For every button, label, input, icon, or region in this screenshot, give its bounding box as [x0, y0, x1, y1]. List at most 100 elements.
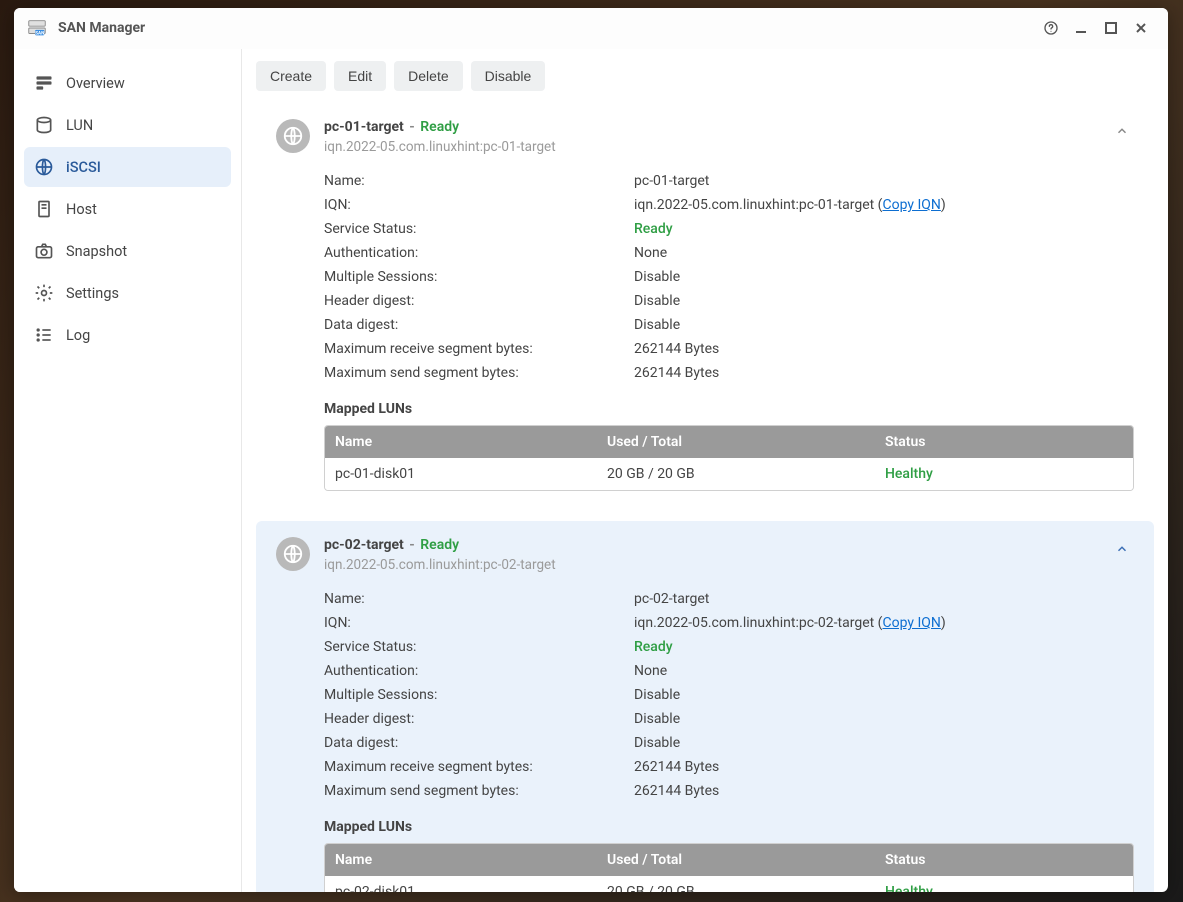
- table-row[interactable]: pc-02-disk01 20 GB / 20 GB Healthy: [325, 876, 1133, 892]
- value-header-digest: Disable: [634, 711, 1134, 727]
- col-name[interactable]: Name: [325, 426, 597, 458]
- delete-button[interactable]: Delete: [394, 61, 462, 91]
- label-authentication: Authentication:: [324, 663, 634, 679]
- sidebar-item-iscsi[interactable]: iSCSI: [24, 147, 231, 187]
- lun-used: 20 GB / 20 GB: [597, 876, 875, 892]
- mapped-luns-table: Name Used / Total Status pc-01-disk01 20…: [324, 425, 1134, 491]
- separator: -: [406, 119, 418, 135]
- minimize-button[interactable]: [1066, 13, 1096, 43]
- disable-button[interactable]: Disable: [471, 61, 546, 91]
- sidebar-item-log[interactable]: Log: [24, 315, 231, 355]
- copy-iqn-link[interactable]: Copy IQN: [882, 197, 940, 213]
- value-iqn: iqn.2022-05.com.linuxhint:pc-01-target (…: [634, 197, 1134, 213]
- close-button[interactable]: [1126, 13, 1156, 43]
- target-status: Ready: [420, 537, 459, 553]
- label-header-digest: Header digest:: [324, 293, 634, 309]
- label-multiple-sessions: Multiple Sessions:: [324, 687, 634, 703]
- titlebar: SAN SAN Manager: [14, 8, 1168, 49]
- maximize-button[interactable]: [1096, 13, 1126, 43]
- collapse-button[interactable]: [1110, 119, 1134, 143]
- sidebar: Overview LUN iSCSI Host: [14, 49, 242, 892]
- value-authentication: None: [634, 663, 1134, 679]
- target-panel[interactable]: pc-01-target - Ready iqn.2022-05.com.lin…: [256, 103, 1154, 511]
- collapse-button[interactable]: [1110, 537, 1134, 561]
- sidebar-item-lun[interactable]: LUN: [24, 105, 231, 145]
- label-iqn: IQN:: [324, 197, 634, 213]
- host-icon: [34, 199, 54, 219]
- sidebar-item-label: Overview: [66, 75, 125, 92]
- value-name: pc-01-target: [634, 173, 1134, 189]
- target-properties: Name:pc-02-target IQN:iqn.2022-05.com.li…: [324, 587, 1134, 803]
- value-name: pc-02-target: [634, 591, 1134, 607]
- col-name[interactable]: Name: [325, 844, 597, 876]
- value-service-status: Ready: [634, 221, 1134, 237]
- sidebar-item-label: Host: [66, 201, 97, 218]
- create-button[interactable]: Create: [256, 61, 326, 91]
- edit-button[interactable]: Edit: [334, 61, 386, 91]
- value-multiple-sessions: Disable: [634, 269, 1134, 285]
- sidebar-item-snapshot[interactable]: Snapshot: [24, 231, 231, 271]
- help-button[interactable]: [1036, 13, 1066, 43]
- label-max-send: Maximum send segment bytes:: [324, 783, 634, 799]
- target-status: Ready: [420, 119, 459, 135]
- globe-icon: [34, 157, 54, 177]
- table-row[interactable]: pc-01-disk01 20 GB / 20 GB Healthy: [325, 458, 1133, 490]
- value-header-digest: Disable: [634, 293, 1134, 309]
- value-data-digest: Disable: [634, 735, 1134, 751]
- label-header-digest: Header digest:: [324, 711, 634, 727]
- value-service-status: Ready: [634, 639, 1134, 655]
- value-max-recv: 262144 Bytes: [634, 759, 1134, 775]
- label-data-digest: Data digest:: [324, 317, 634, 333]
- lun-icon: [34, 115, 54, 135]
- sidebar-item-label: Settings: [66, 285, 119, 302]
- main-content: Create Edit Delete Disable pc-01-target …: [242, 49, 1168, 892]
- label-max-send: Maximum send segment bytes:: [324, 365, 634, 381]
- value-max-send: 262144 Bytes: [634, 783, 1134, 799]
- sidebar-item-label: Log: [66, 327, 90, 344]
- lun-name: pc-01-disk01: [325, 458, 597, 490]
- value-max-send: 262144 Bytes: [634, 365, 1134, 381]
- label-service-status: Service Status:: [324, 221, 634, 237]
- label-max-recv: Maximum receive segment bytes:: [324, 341, 634, 357]
- gear-icon: [34, 283, 54, 303]
- sidebar-item-label: Snapshot: [66, 243, 127, 260]
- mapped-luns-title: Mapped LUNs: [324, 819, 1134, 835]
- value-max-recv: 262144 Bytes: [634, 341, 1134, 357]
- target-name: pc-01-target: [324, 119, 404, 135]
- value-multiple-sessions: Disable: [634, 687, 1134, 703]
- globe-icon: [276, 537, 310, 571]
- table-header: Name Used / Total Status: [325, 844, 1133, 876]
- lun-status: Healthy: [875, 458, 1133, 490]
- target-properties: Name:pc-01-target IQN:iqn.2022-05.com.li…: [324, 169, 1134, 385]
- label-max-recv: Maximum receive segment bytes:: [324, 759, 634, 775]
- label-authentication: Authentication:: [324, 245, 634, 261]
- list-icon: [34, 325, 54, 345]
- target-header: pc-02-target - Ready iqn.2022-05.com.lin…: [276, 537, 1134, 573]
- app-window: SAN SAN Manager: [14, 8, 1168, 892]
- col-used[interactable]: Used / Total: [597, 426, 875, 458]
- copy-iqn-link[interactable]: Copy IQN: [882, 615, 940, 631]
- label-name: Name:: [324, 173, 634, 189]
- lun-status: Healthy: [875, 876, 1133, 892]
- toolbar: Create Edit Delete Disable: [256, 61, 1154, 91]
- target-header: pc-01-target - Ready iqn.2022-05.com.lin…: [276, 119, 1134, 155]
- mapped-luns-title: Mapped LUNs: [324, 401, 1134, 417]
- sidebar-item-overview[interactable]: Overview: [24, 63, 231, 103]
- sidebar-item-settings[interactable]: Settings: [24, 273, 231, 313]
- sidebar-item-label: iSCSI: [66, 159, 101, 176]
- label-iqn: IQN:: [324, 615, 634, 631]
- col-used[interactable]: Used / Total: [597, 844, 875, 876]
- mapped-luns-table: Name Used / Total Status pc-02-disk01 20…: [324, 843, 1134, 892]
- separator: -: [406, 537, 418, 553]
- target-iqn: iqn.2022-05.com.linuxhint:pc-01-target: [324, 139, 1110, 155]
- col-status[interactable]: Status: [875, 426, 1133, 458]
- lun-name: pc-02-disk01: [325, 876, 597, 892]
- sidebar-item-host[interactable]: Host: [24, 189, 231, 229]
- overview-icon: [34, 73, 54, 93]
- label-multiple-sessions: Multiple Sessions:: [324, 269, 634, 285]
- col-status[interactable]: Status: [875, 844, 1133, 876]
- globe-icon: [276, 119, 310, 153]
- app-icon: SAN: [26, 17, 48, 39]
- target-panel[interactable]: pc-02-target - Ready iqn.2022-05.com.lin…: [256, 521, 1154, 892]
- table-header: Name Used / Total Status: [325, 426, 1133, 458]
